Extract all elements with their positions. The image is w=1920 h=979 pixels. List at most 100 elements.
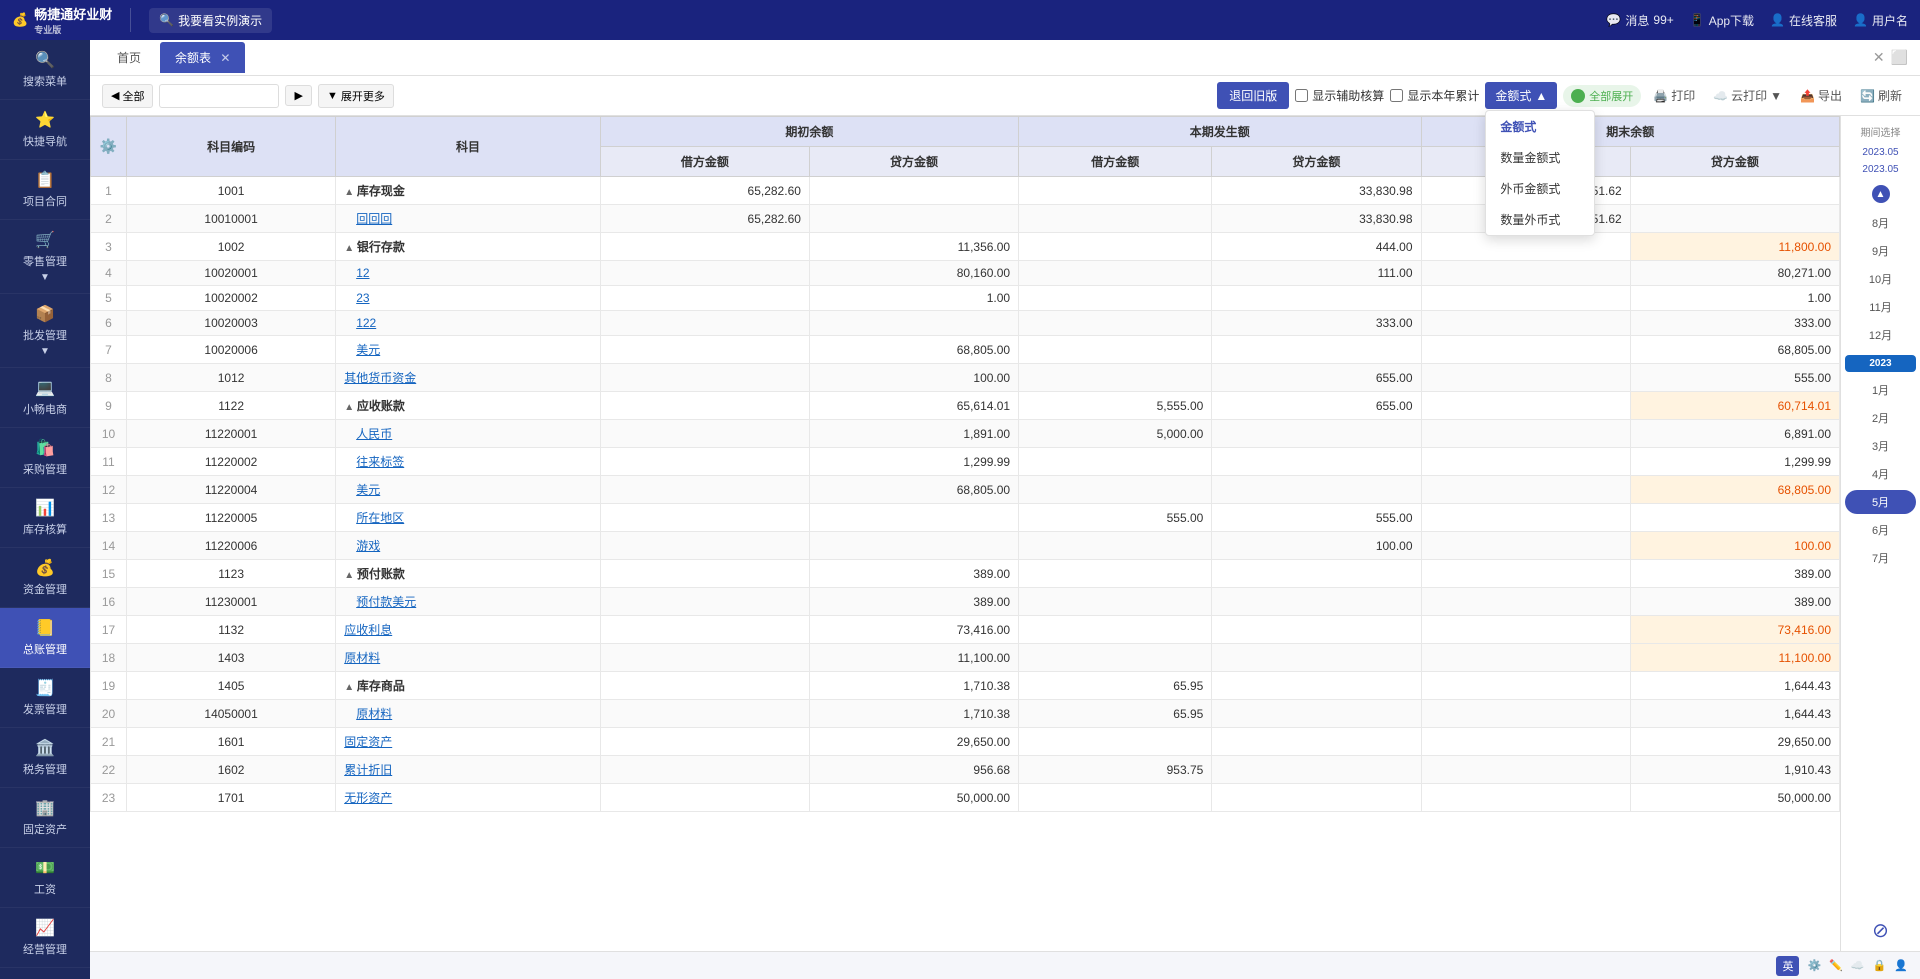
sidebar-item-project[interactable]: 📋 项目合同 <box>0 160 90 220</box>
amount-cell: 73,416.00 <box>1630 616 1839 644</box>
account-name-cell[interactable]: 122 <box>336 311 601 336</box>
account-name-cell[interactable]: 所在地区 <box>336 504 601 532</box>
sidebar-item-ecommerce[interactable]: 💻 小畅电商 <box>0 368 90 428</box>
sidebar-item-purchase[interactable]: 🛍️ 采购管理 <box>0 428 90 488</box>
account-name-cell[interactable]: 累计折旧 <box>336 756 601 784</box>
account-name-cell[interactable]: 预付款美元 <box>336 588 601 616</box>
header-settings[interactable]: ⚙️ <box>91 117 127 177</box>
nav-forward-btn[interactable]: ▶ <box>285 85 311 106</box>
sidebar-item-management[interactable]: 📈 经营管理 <box>0 908 90 968</box>
sidebar-item-capital[interactable]: 💰 资金管理 <box>0 548 90 608</box>
sidebar-item-quicknav[interactable]: ⭐ 快捷导航 <box>0 100 90 160</box>
year-2023[interactable]: 2023 <box>1845 355 1916 372</box>
export-btn[interactable]: 📤 导出 <box>1794 83 1848 108</box>
account-name-cell[interactable]: 无形资产 <box>336 784 601 812</box>
account-name-cell[interactable]: 人民币 <box>336 420 601 448</box>
view-mode-foreign[interactable]: 外币金额式 <box>1486 173 1594 204</box>
view-mode-btn[interactable]: 金额式 ▲ <box>1485 82 1557 109</box>
online-service-btn[interactable]: 👤 在线客服 <box>1770 12 1837 29</box>
nav-back-btn[interactable]: ◀ 全部 <box>102 84 153 108</box>
user-avatar[interactable]: 👤 用户名 <box>1853 12 1908 29</box>
account-name-cell[interactable]: 游戏 <box>336 532 601 560</box>
month-9[interactable]: 9月 <box>1845 239 1916 263</box>
sidebar-item-retail[interactable]: 🛒 零售管理 ▼ <box>0 220 90 294</box>
sidebar-item-inventory[interactable]: 📊 库存核算 <box>0 488 90 548</box>
month-6[interactable]: 6月 <box>1845 518 1916 542</box>
month-12[interactable]: 12月 <box>1845 323 1916 347</box>
year-checkbox-input[interactable] <box>1390 89 1403 102</box>
tab-home[interactable]: 首页 <box>102 42 156 73</box>
account-name-cell[interactable]: 美元 <box>336 336 601 364</box>
month-2[interactable]: 2月 <box>1845 406 1916 430</box>
amount-cell: 1,910.43 <box>1630 756 1839 784</box>
sidebar-item-ledger[interactable]: 📒 总账管理 <box>0 608 90 668</box>
month-4[interactable]: 4月 <box>1845 462 1916 486</box>
month-11[interactable]: 11月 <box>1845 295 1916 319</box>
view-mode-qty-foreign[interactable]: 数量外币式 <box>1486 204 1594 235</box>
tab-balance[interactable]: 余额表 ✕ <box>160 42 245 73</box>
refresh-btn[interactable]: 🔄 刷新 <box>1854 83 1908 108</box>
account-name-cell[interactable]: 回回回 <box>336 205 601 233</box>
expand-more-btn[interactable]: ▼ 展开更多 <box>318 84 394 108</box>
account-name-cell[interactable]: ▲ 预付账款 <box>336 560 601 588</box>
app-download-btn[interactable]: 📱 App下载 <box>1690 12 1754 29</box>
cloud-print-btn[interactable]: ☁️ 云打印 ▼ <box>1707 83 1788 108</box>
sidebar-item-assets[interactable]: 🏢 固定资产 <box>0 788 90 848</box>
lang-switch-btn[interactable]: 英 <box>1776 956 1799 976</box>
account-name-cell[interactable]: 12 <box>336 261 601 286</box>
aux-checkbox-input[interactable] <box>1295 89 1308 102</box>
account-name-cell[interactable]: ▲ 库存商品 <box>336 672 601 700</box>
sidebar-item-wholesale[interactable]: 📦 批发管理 ▼ <box>0 294 90 368</box>
month-7[interactable]: 7月 <box>1845 546 1916 570</box>
tab-minimize-window[interactable]: ⬜ <box>1891 49 1908 66</box>
settings-status-btn[interactable]: ⚙️ <box>1807 959 1821 972</box>
view-mode-amount[interactable]: 金额式 <box>1486 111 1594 142</box>
user-status-btn[interactable]: 👤 <box>1894 959 1908 972</box>
account-name-cell[interactable]: 固定资产 <box>336 728 601 756</box>
collapse-right-panel-btn[interactable]: ⊘ <box>1872 918 1889 943</box>
demo-link[interactable]: 🔍 我要看实例演示 <box>149 8 272 33</box>
month-8[interactable]: 8月 <box>1845 211 1916 235</box>
scroll-up-icon[interactable]: ▲ <box>1872 185 1890 203</box>
view-mode-qty-amount[interactable]: 数量金额式 <box>1486 142 1594 173</box>
lock-status-btn[interactable]: 🔒 <box>1873 959 1887 972</box>
account-name-cell[interactable]: 应收利息 <box>336 616 601 644</box>
sidebar-item-search[interactable]: 🔍 搜索菜单 <box>0 40 90 100</box>
month-1[interactable]: 1月 <box>1845 378 1916 402</box>
computer-icon: 💻 <box>35 378 55 398</box>
return-old-btn[interactable]: 退回旧版 <box>1217 82 1289 109</box>
show-aux-checkbox[interactable]: 显示辅助核算 <box>1295 87 1384 104</box>
sidebar-item-expense[interactable]: 💳 小畅报销 <box>0 968 90 979</box>
account-name-cell[interactable]: 23 <box>336 286 601 311</box>
account-name-cell[interactable]: 原材料 <box>336 644 601 672</box>
amount-cell <box>1630 205 1839 233</box>
account-code-cell: 11220001 <box>127 420 336 448</box>
sidebar-item-invoice[interactable]: 🧾 发票管理 <box>0 668 90 728</box>
view-mode-dropdown[interactable]: 金额式 ▲ 金额式 数量金额式 外币金额式 数量外币式 <box>1485 82 1557 109</box>
sidebar-item-tax[interactable]: 🏛️ 税务管理 <box>0 728 90 788</box>
cloud-status-btn[interactable]: ☁️ <box>1851 959 1865 972</box>
account-name-cell[interactable]: ▲ 应收账款 <box>336 392 601 420</box>
expand-all-toggle[interactable]: 全部展开 <box>1563 85 1641 107</box>
month-3[interactable]: 3月 <box>1845 434 1916 458</box>
sidebar-item-payroll[interactable]: 💵 工资 <box>0 848 90 908</box>
account-search-input[interactable] <box>159 84 279 108</box>
account-name-cell[interactable]: 美元 <box>336 476 601 504</box>
account-name-cell[interactable]: 其他货币资金 <box>336 364 601 392</box>
account-name-cell[interactable]: 原材料 <box>336 700 601 728</box>
tab-close-window[interactable]: ✕ <box>1873 49 1885 66</box>
amount-cell <box>1019 644 1212 672</box>
month-5[interactable]: 5月 <box>1845 490 1916 514</box>
account-name-cell[interactable]: ▲ 库存现金 <box>336 177 601 205</box>
print-btn[interactable]: 🖨️ 打印 <box>1647 83 1701 108</box>
account-name-cell[interactable]: 往来标签 <box>336 448 601 476</box>
account-name-cell[interactable]: ▲ 银行存款 <box>336 233 601 261</box>
edit-status-btn[interactable]: ✏️ <box>1829 959 1843 972</box>
notifications-btn[interactable]: 💬 消息 99+ <box>1606 12 1673 29</box>
show-year-checkbox[interactable]: 显示本年累计 <box>1390 87 1479 104</box>
tab-close-balance[interactable]: ✕ <box>220 51 230 65</box>
table-settings-icon[interactable]: ⚙️ <box>100 138 117 155</box>
scroll-up-btn[interactable]: ▲ <box>1872 185 1890 203</box>
month-10[interactable]: 10月 <box>1845 267 1916 291</box>
table-row: 21 <box>91 728 127 756</box>
